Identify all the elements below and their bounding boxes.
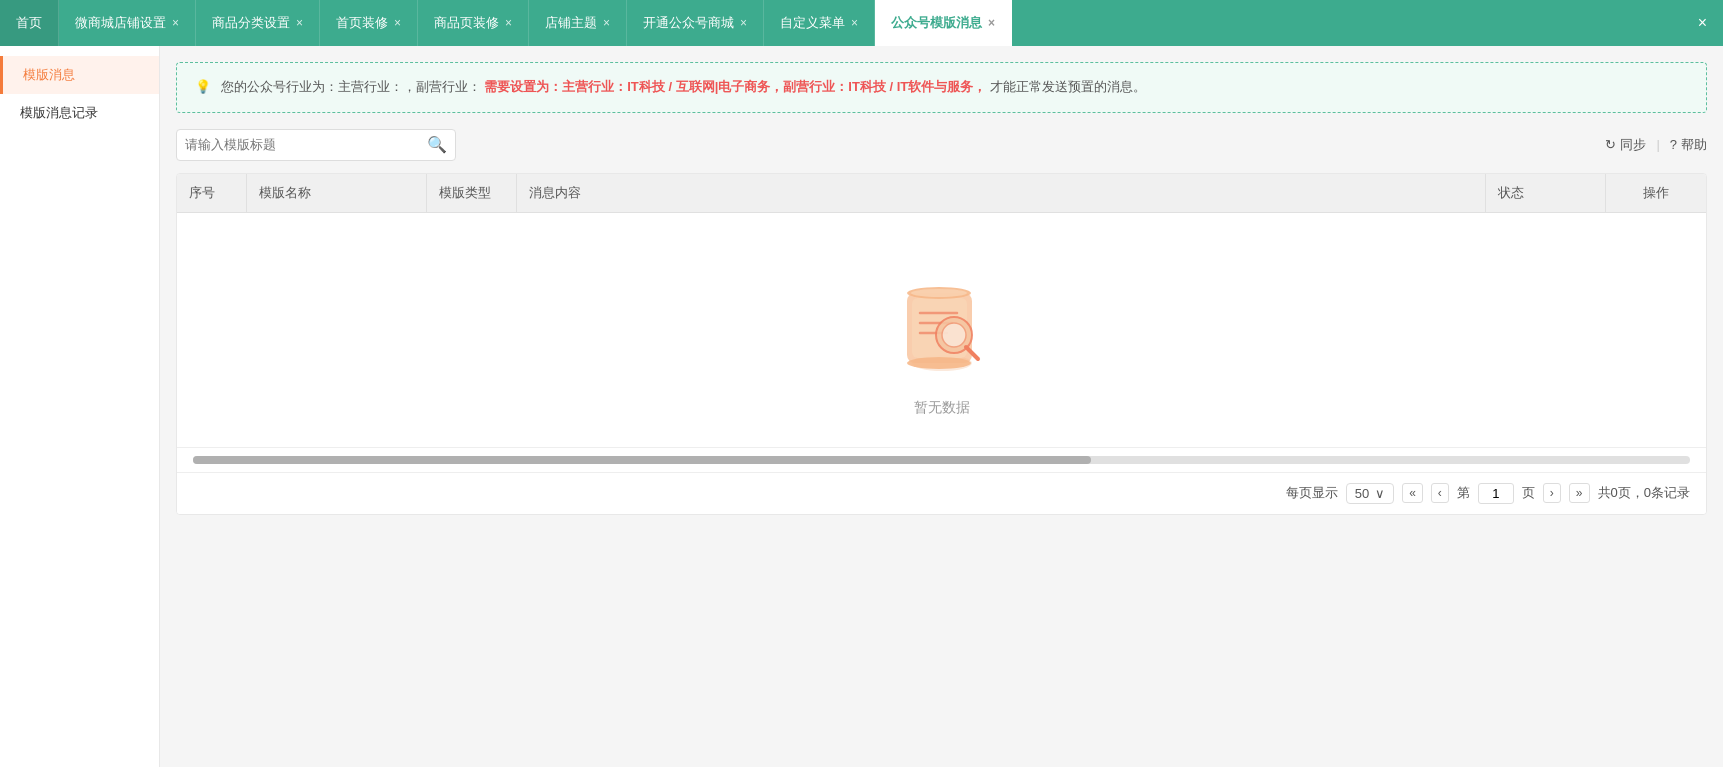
sidebar-item-template-msg-record[interactable]: 模版消息记录 (0, 94, 159, 132)
notice-highlight: 需要设置为：主营行业：IT科技 / 互联网|电子商务，副营行业：IT科技 / I… (484, 79, 986, 94)
next-page-button[interactable]: › (1543, 483, 1561, 503)
sync-icon: ↻ (1605, 137, 1616, 152)
th-action: 操作 (1606, 174, 1706, 212)
empty-text: 暂无数据 (914, 399, 970, 417)
help-button[interactable]: ? 帮助 (1670, 136, 1707, 154)
data-table: 序号 模版名称 模版类型 消息内容 状态 操作 (176, 173, 1707, 515)
svg-point-11 (907, 357, 971, 369)
tab-close-category[interactable]: × (296, 16, 303, 30)
scrollbar-track (193, 456, 1690, 464)
tab-store-settings[interactable]: 微商城店铺设置 × (59, 0, 196, 46)
page-suffix: 页 (1522, 484, 1535, 502)
sync-button[interactable]: ↻ 同步 (1605, 136, 1646, 154)
per-page-select[interactable]: 50 ∨ (1346, 483, 1394, 504)
tab-home-decor[interactable]: 首页装修 × (320, 0, 418, 46)
tab-home[interactable]: 首页 (0, 0, 59, 46)
main-layout: 模版消息 模版消息记录 💡 您的公众号行业为：主营行业：，副营行业： 需要设置为… (0, 46, 1723, 767)
tab-close-custom-menu[interactable]: × (851, 16, 858, 30)
tab-open-mall[interactable]: 开通公众号商城 × (627, 0, 764, 46)
th-name: 模版名称 (247, 174, 427, 212)
divider: | (1656, 137, 1659, 152)
tab-close-product-decor[interactable]: × (505, 16, 512, 30)
scrollbar-area (177, 447, 1706, 472)
search-icon-btn[interactable]: 🔍 (427, 135, 447, 154)
th-content: 消息内容 (517, 174, 1486, 212)
chevron-down-icon: ∨ (1375, 486, 1385, 501)
help-icon: ? (1670, 137, 1677, 152)
th-status: 状态 (1486, 174, 1606, 212)
per-page-value: 50 (1355, 486, 1369, 501)
tab-template-msg[interactable]: 公众号模版消息 × (875, 0, 1012, 46)
search-actions: ↻ 同步 | ? 帮助 (1605, 136, 1707, 154)
empty-icon (882, 263, 1002, 383)
table-header: 序号 模版名称 模版类型 消息内容 状态 操作 (177, 174, 1706, 213)
search-input-wrap: 🔍 (176, 129, 456, 161)
svg-point-7 (942, 323, 966, 347)
th-seq: 序号 (177, 174, 247, 212)
tab-close-open-mall[interactable]: × (740, 16, 747, 30)
content-area: 💡 您的公众号行业为：主营行业：，副营行业： 需要设置为：主营行业：IT科技 /… (160, 46, 1723, 767)
global-close-button[interactable]: × (1682, 14, 1723, 32)
per-page-label: 每页显示 (1286, 484, 1338, 502)
th-type: 模版类型 (427, 174, 517, 212)
tab-category-settings[interactable]: 商品分类设置 × (196, 0, 320, 46)
svg-point-10 (911, 289, 967, 297)
first-page-button[interactable]: « (1402, 483, 1423, 503)
sidebar-item-template-msg[interactable]: 模版消息 (0, 56, 159, 94)
notice-box: 💡 您的公众号行业为：主营行业：，副营行业： 需要设置为：主营行业：IT科技 /… (176, 62, 1707, 113)
empty-state: 暂无数据 (177, 213, 1706, 447)
bulb-icon: 💡 (195, 79, 211, 94)
tab-close-home-decor[interactable]: × (394, 16, 401, 30)
tab-close-store-settings[interactable]: × (172, 16, 179, 30)
tab-close-template-msg[interactable]: × (988, 16, 995, 30)
sidebar: 模版消息 模版消息记录 (0, 46, 160, 767)
page-prefix: 第 (1457, 484, 1470, 502)
search-bar: 🔍 ↻ 同步 | ? 帮助 (176, 129, 1707, 161)
tab-product-decor[interactable]: 商品页装修 × (418, 0, 529, 46)
tab-custom-menu[interactable]: 自定义菜单 × (764, 0, 875, 46)
total-label: 共0页，0条记录 (1598, 484, 1690, 502)
scrollbar-thumb[interactable] (193, 456, 1091, 464)
tab-bar: 首页 微商城店铺设置 × 商品分类设置 × 首页装修 × 商品页装修 × 店铺主… (0, 0, 1723, 46)
tab-store-theme[interactable]: 店铺主题 × (529, 0, 627, 46)
tab-close-store-theme[interactable]: × (603, 16, 610, 30)
prev-page-button[interactable]: ‹ (1431, 483, 1449, 503)
pagination: 每页显示 50 ∨ « ‹ 第 页 › » 共0页，0条记录 (177, 472, 1706, 514)
page-input[interactable] (1478, 483, 1514, 504)
last-page-button[interactable]: » (1569, 483, 1590, 503)
search-input[interactable] (185, 137, 427, 152)
